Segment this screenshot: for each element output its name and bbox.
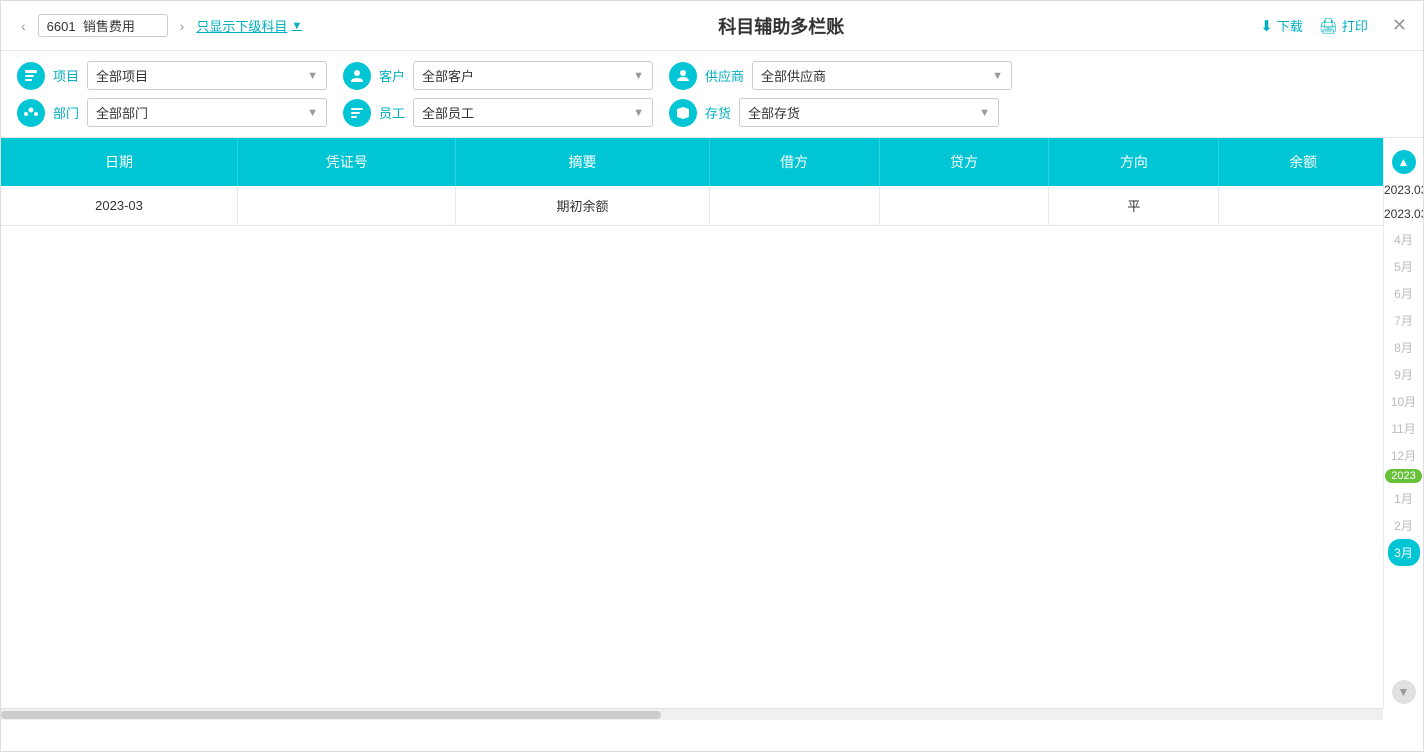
employee-label: 员工: [379, 103, 405, 122]
customer-value: 全部客户: [422, 66, 474, 85]
download-icon: ⬇: [1260, 17, 1273, 35]
customer-select[interactable]: 全部客户 ▼: [413, 61, 653, 90]
inventory-label: 存货: [705, 103, 731, 122]
top-bar: ‹ › 只显示下级科目 ▼ 科目辅助多栏账 ⬇ 下载 🖨 打印 ✕: [1, 1, 1423, 51]
cell-debit: [709, 186, 879, 226]
filter-department: 部门 全部部门 ▼: [17, 98, 327, 127]
col-debit: 借方: [709, 138, 879, 186]
cell-balance: [1219, 186, 1387, 226]
print-icon: 🖨: [1319, 17, 1338, 35]
print-label: 打印: [1342, 16, 1368, 35]
col-date: 日期: [1, 138, 238, 186]
filter-row-2: 部门 全部部门 ▼ 员工 全部员工 ▼: [17, 98, 1407, 127]
department-icon: [17, 99, 45, 127]
inventory-icon: [669, 99, 697, 127]
filter-customer: 客户 全部客户 ▼: [343, 61, 653, 90]
inventory-select[interactable]: 全部存货 ▼: [739, 98, 999, 127]
filter-inventory: 存货 全部存货 ▼: [669, 98, 999, 127]
department-label: 部门: [53, 103, 79, 122]
inventory-chevron-icon: ▼: [979, 107, 990, 119]
account-code-area: [38, 14, 168, 37]
cell-summary: 期初余额: [456, 186, 709, 226]
cell-credit: [879, 186, 1049, 226]
nav-prev-arrow[interactable]: ‹: [17, 16, 30, 36]
department-select[interactable]: 全部部门 ▼: [87, 98, 327, 127]
employee-value: 全部员工: [422, 103, 474, 122]
table-header-row: 日期 凭证号 摘要 借方 贷方 方向 余额: [1, 138, 1387, 186]
timeline-up-arrow[interactable]: ▲: [1392, 150, 1416, 174]
download-label: 下载: [1277, 16, 1303, 35]
employee-icon: [343, 99, 371, 127]
employee-chevron-icon: ▼: [633, 107, 644, 119]
timeline-item-2023-03-start[interactable]: 2023.03: [1384, 178, 1423, 202]
customer-label: 客户: [379, 66, 405, 85]
timeline-item-9[interactable]: 9月: [1384, 361, 1423, 388]
content-main: 日期 凭证号 摘要 借方 贷方 方向 余额 2023-03 期初余额: [1, 138, 1423, 708]
filter-employee: 员工 全部员工 ▼: [343, 98, 653, 127]
timeline-item-1[interactable]: 1月: [1384, 485, 1423, 512]
col-direction: 方向: [1049, 138, 1219, 186]
timeline-item-10[interactable]: 10月: [1384, 388, 1423, 415]
cell-direction: 平: [1049, 186, 1219, 226]
department-chevron-icon: ▼: [307, 107, 318, 119]
supplier-select[interactable]: 全部供应商 ▼: [752, 61, 1012, 90]
filter-project: 项目 全部项目 ▼: [17, 61, 327, 90]
chevron-down-icon: ▼: [291, 20, 302, 32]
show-sub-toggle[interactable]: 只显示下级科目 ▼: [196, 16, 302, 35]
timeline-item-7[interactable]: 7月: [1384, 307, 1423, 334]
inventory-value: 全部存货: [748, 103, 800, 122]
timeline-down-arrow[interactable]: ▼: [1392, 680, 1416, 704]
timeline-item-2[interactable]: 2月: [1384, 512, 1423, 539]
timeline-item-11[interactable]: 11月: [1384, 415, 1423, 442]
timeline-item-2023-03-end[interactable]: 2023.03: [1384, 202, 1423, 226]
cell-date: 2023-03: [1, 186, 238, 226]
supplier-label: 供应商: [705, 66, 744, 85]
customer-icon: [343, 62, 371, 90]
col-voucher: 凭证号: [238, 138, 456, 186]
page-title: 科目辅助多栏账: [302, 13, 1260, 39]
timeline-sidebar: ▲ 2023.03 2023.03 4月 5月 6月 7月 8月 9月 10月 …: [1383, 138, 1423, 708]
supplier-chevron-icon: ▼: [992, 70, 1003, 82]
data-table: 日期 凭证号 摘要 借方 贷方 方向 余额 2023-03 期初余额: [1, 138, 1387, 226]
col-credit: 贷方: [879, 138, 1049, 186]
print-button[interactable]: 🖨 打印: [1319, 16, 1368, 35]
close-button[interactable]: ✕: [1392, 15, 1407, 36]
filter-bar: 项目 全部项目 ▼ 客户 全部客户 ▼: [1, 51, 1423, 138]
timeline-item-4[interactable]: 4月: [1384, 226, 1423, 253]
supplier-value: 全部供应商: [761, 66, 826, 85]
timeline-item-5[interactable]: 5月: [1384, 253, 1423, 280]
download-button[interactable]: ⬇ 下载: [1260, 16, 1303, 35]
cell-voucher: [238, 186, 456, 226]
show-sub-label: 只显示下级科目: [196, 16, 287, 35]
project-value: 全部项目: [96, 66, 148, 85]
table-row: 2023-03 期初余额 平: [1, 186, 1387, 226]
department-value: 全部部门: [96, 103, 148, 122]
project-chevron-icon: ▼: [307, 70, 318, 82]
scroll-bar-area[interactable]: [1, 708, 1383, 720]
filter-row-1: 项目 全部项目 ▼ 客户 全部客户 ▼: [17, 61, 1407, 90]
col-summary: 摘要: [456, 138, 709, 186]
customer-chevron-icon: ▼: [633, 70, 644, 82]
top-actions: ⬇ 下载 🖨 打印 ✕: [1260, 15, 1407, 36]
col-balance: 余额: [1219, 138, 1387, 186]
filter-supplier: 供应商 全部供应商 ▼: [669, 61, 1012, 90]
employee-select[interactable]: 全部员工 ▼: [413, 98, 653, 127]
timeline-item-8[interactable]: 8月: [1384, 334, 1423, 361]
timeline-item-12[interactable]: 12月: [1384, 442, 1423, 469]
supplier-icon: [669, 62, 697, 90]
timeline-item-6[interactable]: 6月: [1384, 280, 1423, 307]
table-wrapper[interactable]: 日期 凭证号 摘要 借方 贷方 方向 余额 2023-03 期初余额: [1, 138, 1387, 708]
year-badge-area: 2023: [1385, 469, 1421, 485]
project-label: 项目: [53, 66, 79, 85]
project-select[interactable]: 全部项目 ▼: [87, 61, 327, 90]
year-badge-2023: 2023: [1385, 469, 1421, 483]
account-code-input[interactable]: [38, 14, 168, 37]
project-icon: [17, 62, 45, 90]
scroll-bar-thumb[interactable]: [1, 711, 661, 719]
timeline-item-3-active[interactable]: 3月: [1388, 539, 1420, 566]
nav-next-arrow[interactable]: ›: [176, 16, 189, 36]
